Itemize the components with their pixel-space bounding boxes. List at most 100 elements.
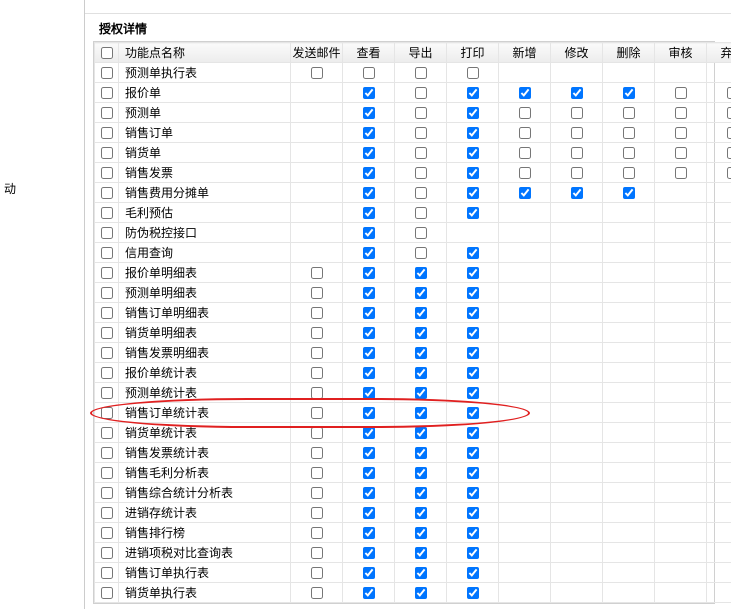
perm-checkbox-c4[interactable]: [467, 187, 479, 199]
row-select-checkbox[interactable]: [101, 247, 113, 259]
perm-checkbox-c6[interactable]: [571, 147, 583, 159]
perm-checkbox-c3[interactable]: [415, 507, 427, 519]
perm-checkbox-c5[interactable]: [519, 167, 531, 179]
perm-checkbox-c8[interactable]: [675, 147, 687, 159]
perm-checkbox-c3[interactable]: [415, 547, 427, 559]
row-select-checkbox[interactable]: [101, 547, 113, 559]
perm-checkbox-c2[interactable]: [363, 67, 375, 79]
perm-checkbox-c3[interactable]: [415, 187, 427, 199]
perm-checkbox-c3[interactable]: [415, 87, 427, 99]
perm-checkbox-c3[interactable]: [415, 487, 427, 499]
perm-checkbox-c4[interactable]: [467, 107, 479, 119]
row-select-checkbox[interactable]: [101, 387, 113, 399]
row-select-checkbox[interactable]: [101, 107, 113, 119]
perm-checkbox-c4[interactable]: [467, 407, 479, 419]
perm-checkbox-c4[interactable]: [467, 367, 479, 379]
row-select-checkbox[interactable]: [101, 127, 113, 139]
perm-checkbox-c2[interactable]: [363, 507, 375, 519]
perm-checkbox-c3[interactable]: [415, 387, 427, 399]
perm-checkbox-c8[interactable]: [675, 127, 687, 139]
perm-checkbox-c2[interactable]: [363, 227, 375, 239]
perm-checkbox-c2[interactable]: [363, 447, 375, 459]
perm-checkbox-c2[interactable]: [363, 487, 375, 499]
perm-checkbox-c6[interactable]: [571, 87, 583, 99]
perm-checkbox-c1[interactable]: [311, 447, 323, 459]
perm-checkbox-c4[interactable]: [467, 347, 479, 359]
perm-checkbox-c5[interactable]: [519, 87, 531, 99]
row-select-checkbox[interactable]: [101, 267, 113, 279]
perm-checkbox-c4[interactable]: [467, 467, 479, 479]
perm-checkbox-c5[interactable]: [519, 187, 531, 199]
perm-checkbox-c3[interactable]: [415, 287, 427, 299]
perm-checkbox-c5[interactable]: [519, 127, 531, 139]
perm-checkbox-c7[interactable]: [623, 187, 635, 199]
perm-checkbox-c3[interactable]: [415, 67, 427, 79]
perm-checkbox-c2[interactable]: [363, 107, 375, 119]
perm-checkbox-c4[interactable]: [467, 247, 479, 259]
perm-checkbox-c2[interactable]: [363, 287, 375, 299]
row-select-checkbox[interactable]: [101, 527, 113, 539]
perm-checkbox-c1[interactable]: [311, 387, 323, 399]
row-select-checkbox[interactable]: [101, 347, 113, 359]
row-select-checkbox[interactable]: [101, 227, 113, 239]
row-select-checkbox[interactable]: [101, 207, 113, 219]
perm-checkbox-c3[interactable]: [415, 247, 427, 259]
perm-checkbox-c3[interactable]: [415, 107, 427, 119]
perm-checkbox-c2[interactable]: [363, 247, 375, 259]
perm-checkbox-c5[interactable]: [519, 147, 531, 159]
perm-checkbox-c3[interactable]: [415, 167, 427, 179]
perm-checkbox-c6[interactable]: [571, 127, 583, 139]
perm-checkbox-c3[interactable]: [415, 427, 427, 439]
perm-checkbox-c8[interactable]: [675, 87, 687, 99]
perm-checkbox-c3[interactable]: [415, 447, 427, 459]
perm-checkbox-c4[interactable]: [467, 147, 479, 159]
row-select-checkbox[interactable]: [101, 567, 113, 579]
row-select-checkbox[interactable]: [101, 67, 113, 79]
perm-checkbox-c2[interactable]: [363, 127, 375, 139]
perm-checkbox-c1[interactable]: [311, 487, 323, 499]
perm-checkbox-c1[interactable]: [311, 327, 323, 339]
perm-checkbox-c3[interactable]: [415, 527, 427, 539]
perm-checkbox-c1[interactable]: [311, 507, 323, 519]
perm-checkbox-c1[interactable]: [311, 307, 323, 319]
perm-checkbox-c2[interactable]: [363, 307, 375, 319]
perm-checkbox-c4[interactable]: [467, 67, 479, 79]
perm-checkbox-c4[interactable]: [467, 447, 479, 459]
perm-checkbox-c4[interactable]: [467, 327, 479, 339]
perm-checkbox-c1[interactable]: [311, 567, 323, 579]
perm-checkbox-c4[interactable]: [467, 567, 479, 579]
perm-checkbox-c3[interactable]: [415, 327, 427, 339]
perm-checkbox-c4[interactable]: [467, 387, 479, 399]
perm-checkbox-c4[interactable]: [467, 487, 479, 499]
perm-checkbox-c1[interactable]: [311, 547, 323, 559]
perm-checkbox-c3[interactable]: [415, 127, 427, 139]
perm-checkbox-c8[interactable]: [675, 107, 687, 119]
perm-checkbox-c4[interactable]: [467, 307, 479, 319]
perm-checkbox-c3[interactable]: [415, 147, 427, 159]
perm-checkbox-c1[interactable]: [311, 267, 323, 279]
perm-checkbox-c4[interactable]: [467, 87, 479, 99]
perm-checkbox-c1[interactable]: [311, 367, 323, 379]
perm-checkbox-c7[interactable]: [623, 107, 635, 119]
perm-checkbox-c2[interactable]: [363, 167, 375, 179]
perm-checkbox-c3[interactable]: [415, 207, 427, 219]
perm-checkbox-c4[interactable]: [467, 587, 479, 599]
perm-checkbox-c2[interactable]: [363, 587, 375, 599]
perm-checkbox-c4[interactable]: [467, 427, 479, 439]
perm-checkbox-c6[interactable]: [571, 187, 583, 199]
row-select-checkbox[interactable]: [101, 87, 113, 99]
perm-checkbox-c4[interactable]: [467, 167, 479, 179]
perm-checkbox-c4[interactable]: [467, 127, 479, 139]
row-select-checkbox[interactable]: [101, 447, 113, 459]
row-select-checkbox[interactable]: [101, 587, 113, 599]
perm-checkbox-c7[interactable]: [623, 167, 635, 179]
perm-checkbox-c3[interactable]: [415, 347, 427, 359]
row-select-checkbox[interactable]: [101, 367, 113, 379]
row-select-checkbox[interactable]: [101, 327, 113, 339]
perm-checkbox-c4[interactable]: [467, 527, 479, 539]
perm-checkbox-c1[interactable]: [311, 467, 323, 479]
perm-checkbox-c1[interactable]: [311, 587, 323, 599]
select-all-checkbox[interactable]: [101, 47, 113, 59]
perm-checkbox-c2[interactable]: [363, 327, 375, 339]
perm-checkbox-c2[interactable]: [363, 147, 375, 159]
